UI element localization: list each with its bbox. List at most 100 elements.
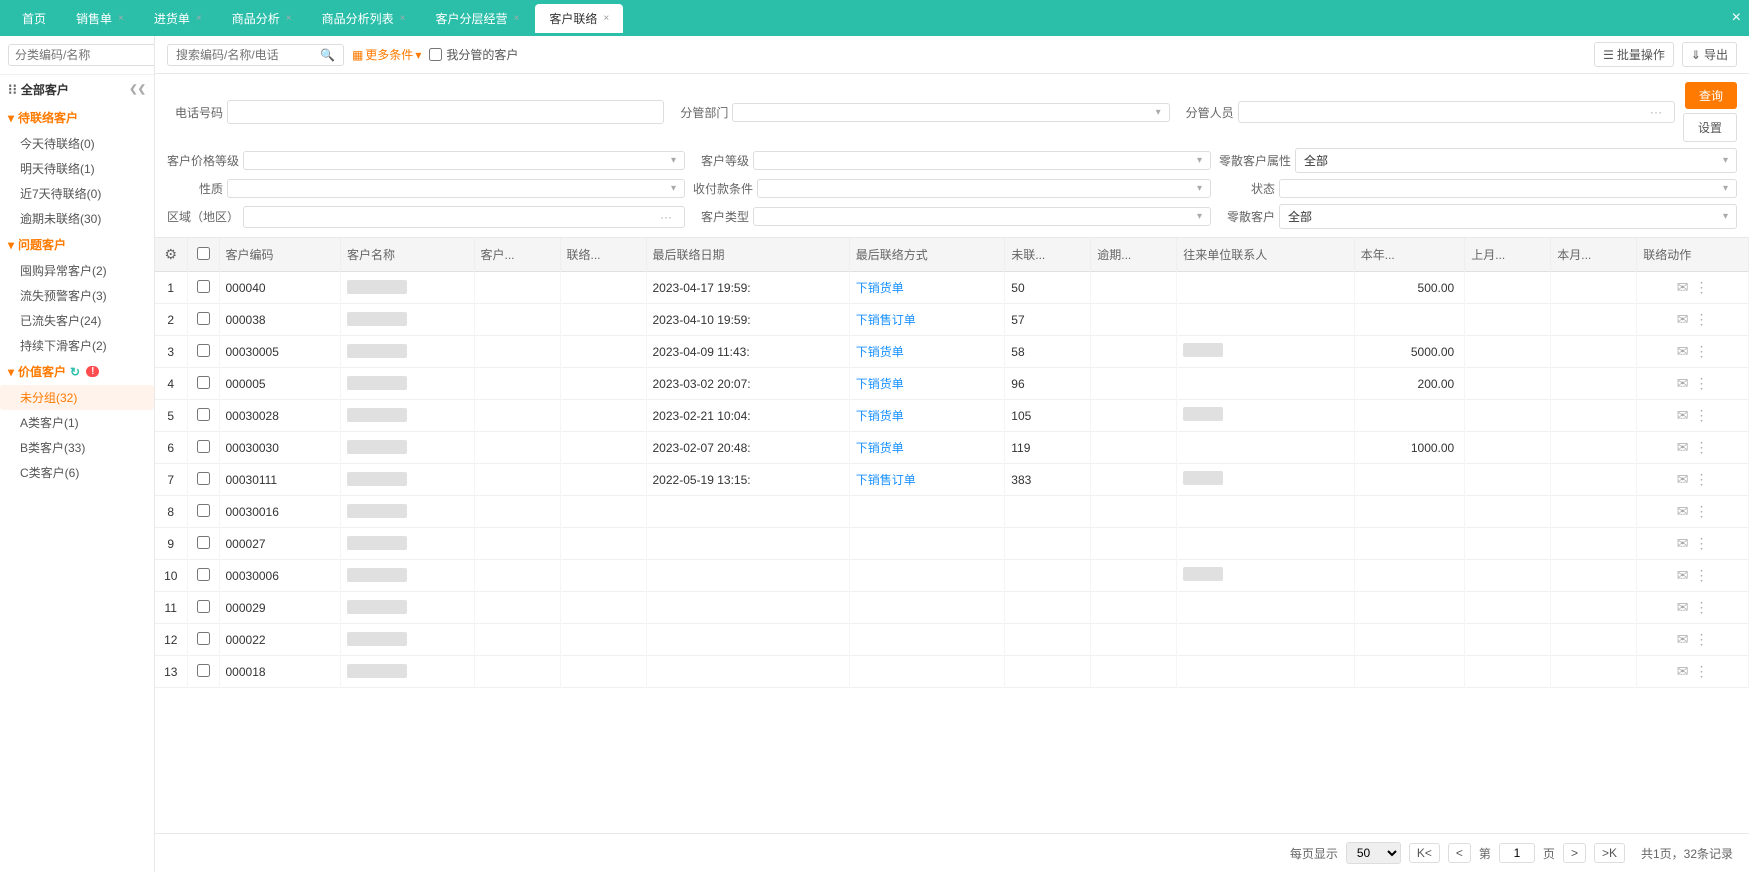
collapse-btn[interactable]: ❮❮ — [129, 84, 146, 95]
sidebar-item-class-b[interactable]: B类客户(33) — [0, 435, 154, 460]
apps-icon[interactable]: ⋮ — [1694, 535, 1708, 552]
last-method-link[interactable]: 下销货单 — [856, 441, 904, 455]
row-checkbox[interactable] — [197, 312, 210, 325]
export-btn[interactable]: ⇓ 导出 — [1682, 42, 1737, 67]
chat-icon[interactable]: ✉ — [1677, 663, 1689, 680]
last-method-link[interactable]: 下销货单 — [856, 345, 904, 359]
page-number-input[interactable] — [1499, 843, 1535, 863]
sidebar-item-class-a[interactable]: A类客户(1) — [0, 410, 154, 435]
apps-icon[interactable]: ⋮ — [1694, 343, 1708, 360]
more-conditions-btn[interactable]: ▦ 更多条件 ▾ — [352, 46, 421, 63]
status-select[interactable]: ▾ — [1279, 179, 1737, 198]
sidebar-item-declining[interactable]: 持续下滑客户(2) — [0, 333, 154, 358]
chat-icon[interactable]: ✉ — [1677, 503, 1689, 520]
chat-icon[interactable]: ✉ — [1677, 599, 1689, 616]
tab-product-list[interactable]: 商品分析列表 × — [308, 4, 420, 33]
my-customers-checkbox[interactable] — [429, 48, 442, 61]
last-page-btn[interactable]: >K — [1594, 843, 1625, 863]
close-product-list-tab[interactable]: × — [400, 13, 406, 24]
apps-icon[interactable]: ⋮ — [1694, 311, 1708, 328]
apps-icon[interactable]: ⋮ — [1694, 567, 1708, 584]
row-checkbox[interactable] — [197, 440, 210, 453]
sidebar-group-value[interactable]: ▾ 价值客户 ↻ ! — [0, 358, 154, 385]
row-checkbox[interactable] — [197, 280, 210, 293]
next-page-btn[interactable]: > — [1563, 843, 1586, 863]
last-method-link[interactable]: 下销售订单 — [856, 473, 916, 487]
chat-icon[interactable]: ✉ — [1677, 439, 1689, 456]
row-checkbox[interactable] — [197, 632, 210, 645]
close-product-analysis-tab[interactable]: × — [286, 13, 292, 24]
sidebar-group-pending[interactable]: ▾ 待联络客户 — [0, 104, 154, 131]
tab-product-analysis[interactable]: 商品分析 × — [218, 4, 306, 33]
tab-customer-contact[interactable]: 客户联络 × — [535, 4, 623, 33]
chat-icon[interactable]: ✉ — [1677, 631, 1689, 648]
sidebar-item-overdue[interactable]: 逾期未联络(30) — [0, 206, 154, 231]
query-button[interactable]: 查询 — [1685, 82, 1737, 109]
sidebar-item-hoarding[interactable]: 囤购异常客户(2) — [0, 258, 154, 283]
zero-retail-select[interactable]: 全部 ▾ — [1279, 204, 1737, 229]
region-select[interactable]: ··· — [243, 206, 685, 228]
phone-input[interactable] — [227, 100, 664, 124]
tab-purchase[interactable]: 进货单 × — [140, 4, 216, 33]
dept-select[interactable]: ▾ — [732, 103, 1169, 122]
close-customer-tier-tab[interactable]: × — [513, 13, 519, 24]
nature-select[interactable]: ▾ — [227, 179, 685, 198]
tab-customer-tier[interactable]: 客户分层经营 × — [421, 4, 533, 33]
customer-level-select[interactable]: ▾ — [753, 151, 1211, 170]
row-checkbox[interactable] — [197, 408, 210, 421]
reset-button[interactable]: 设置 — [1683, 113, 1737, 142]
chat-icon[interactable]: ✉ — [1677, 471, 1689, 488]
refresh-icon[interactable]: ↻ — [70, 365, 80, 379]
chat-icon[interactable]: ✉ — [1677, 343, 1689, 360]
sidebar-group-problem[interactable]: ▾ 问题客户 — [0, 231, 154, 258]
person-select[interactable]: ··· — [1238, 101, 1675, 123]
sidebar-all-customers[interactable]: ⁝⁝ 全部客户 ❮❮ — [0, 75, 154, 104]
apps-icon[interactable]: ⋮ — [1694, 375, 1708, 392]
sidebar-item-churned[interactable]: 已流失客户(24) — [0, 308, 154, 333]
price-level-select[interactable]: ▾ — [243, 151, 685, 170]
chat-icon[interactable]: ✉ — [1677, 279, 1689, 296]
chat-icon[interactable]: ✉ — [1677, 535, 1689, 552]
apps-icon[interactable]: ⋮ — [1694, 599, 1708, 616]
prev-page-btn[interactable]: < — [1448, 843, 1471, 863]
row-checkbox[interactable] — [197, 376, 210, 389]
sidebar-item-unclassified[interactable]: 未分组(32) — [0, 385, 154, 410]
sidebar-item-tomorrow[interactable]: 明天待联络(1) — [0, 156, 154, 181]
apps-icon[interactable]: ⋮ — [1694, 631, 1708, 648]
person-dots[interactable]: ··· — [1646, 105, 1666, 119]
region-dots[interactable]: ··· — [656, 210, 676, 224]
chat-icon[interactable]: ✉ — [1677, 375, 1689, 392]
chat-icon[interactable]: ✉ — [1677, 567, 1689, 584]
last-method-link[interactable]: 下销货单 — [856, 281, 904, 295]
first-page-btn[interactable]: K< — [1409, 843, 1440, 863]
row-checkbox[interactable] — [197, 344, 210, 357]
settings-icon[interactable]: ⚙ — [164, 246, 177, 262]
payment-select[interactable]: ▾ — [757, 179, 1211, 198]
sidebar-item-class-c[interactable]: C类客户(6) — [0, 460, 154, 485]
tab-sales[interactable]: 销售单 × — [62, 4, 138, 33]
page-size-select[interactable]: 50 20 100 — [1346, 842, 1401, 864]
batch-ops-btn[interactable]: ☰ 批量操作 — [1594, 42, 1674, 67]
apps-icon[interactable]: ⋮ — [1694, 471, 1708, 488]
sidebar-search-input[interactable] — [8, 44, 155, 66]
close-purchase-tab[interactable]: × — [196, 13, 202, 24]
row-checkbox[interactable] — [197, 536, 210, 549]
row-checkbox[interactable] — [197, 504, 210, 517]
close-customer-contact-tab[interactable]: × — [603, 13, 609, 24]
last-method-link[interactable]: 下销售订单 — [856, 313, 916, 327]
tab-home[interactable]: 首页 — [8, 4, 60, 33]
row-checkbox[interactable] — [197, 664, 210, 677]
sidebar-item-7days[interactable]: 近7天待联络(0) — [0, 181, 154, 206]
apps-icon[interactable]: ⋮ — [1694, 663, 1708, 680]
filter-search-input[interactable] — [176, 48, 316, 62]
chat-icon[interactable]: ✉ — [1677, 407, 1689, 424]
row-checkbox[interactable] — [197, 568, 210, 581]
select-all-checkbox[interactable] — [197, 247, 210, 260]
sidebar-item-today[interactable]: 今天待联络(0) — [0, 131, 154, 156]
sidebar-item-churn-warning[interactable]: 流失预警客户(3) — [0, 283, 154, 308]
apps-icon[interactable]: ⋮ — [1694, 407, 1708, 424]
filter-search-icon[interactable]: 🔍 — [320, 48, 335, 62]
close-all-btn[interactable]: × — [1732, 9, 1741, 27]
close-sales-tab[interactable]: × — [118, 13, 124, 24]
row-checkbox[interactable] — [197, 600, 210, 613]
